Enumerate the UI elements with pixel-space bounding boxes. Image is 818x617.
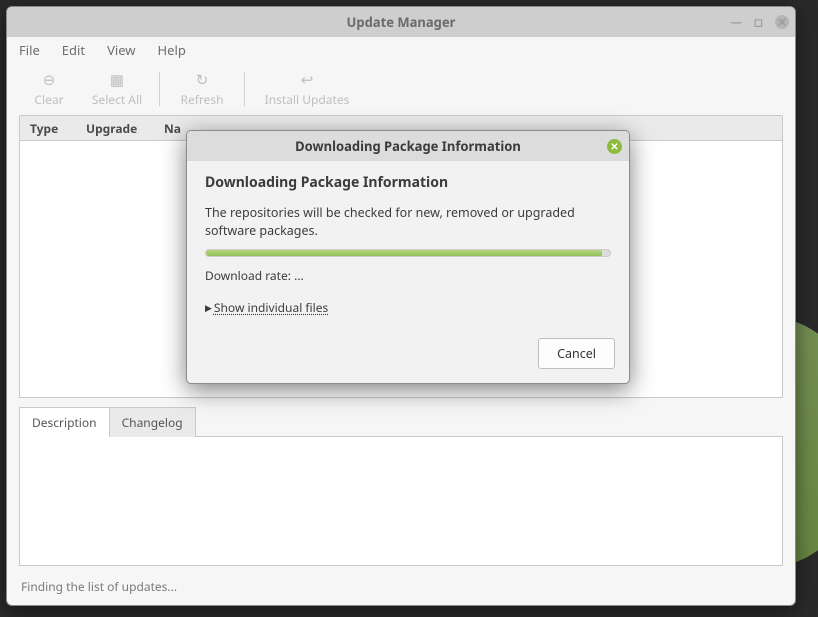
window-title: Update Manager bbox=[347, 13, 456, 31]
show-files-expander[interactable]: ▶ Show individual files bbox=[205, 299, 328, 316]
expander-label: Show individual files bbox=[214, 299, 328, 316]
column-type[interactable]: Type bbox=[20, 120, 76, 137]
select-all-icon: ▦ bbox=[110, 71, 124, 89]
modal-actions: Cancel bbox=[187, 330, 629, 383]
refresh-label: Refresh bbox=[180, 91, 223, 108]
tab-changelog[interactable]: Changelog bbox=[110, 407, 196, 437]
select-all-label: Select All bbox=[92, 91, 142, 108]
clear-icon: ⊖ bbox=[43, 71, 56, 89]
statusbar: Finding the list of updates... bbox=[7, 574, 795, 605]
toolbar-separator bbox=[244, 72, 245, 106]
expander-arrow-icon: ▶ bbox=[205, 301, 212, 314]
details-panel bbox=[19, 436, 783, 566]
clear-label: Clear bbox=[34, 91, 63, 108]
window-controls: — ◻ ✕ bbox=[731, 15, 789, 30]
maximize-button[interactable]: ◻ bbox=[754, 15, 763, 30]
clear-button[interactable]: ⊖ Clear bbox=[19, 71, 79, 108]
menu-view[interactable]: View bbox=[107, 41, 135, 59]
install-label: Install Updates bbox=[265, 91, 350, 108]
progress-fill bbox=[206, 250, 602, 256]
column-upgrade[interactable]: Upgrade bbox=[76, 120, 154, 137]
download-rate: Download rate: ... bbox=[205, 267, 611, 284]
refresh-icon: ↻ bbox=[196, 71, 209, 89]
minimize-button[interactable]: — bbox=[731, 15, 742, 30]
modal-body: Downloading Package Information The repo… bbox=[187, 161, 629, 330]
menu-help[interactable]: Help bbox=[158, 41, 186, 59]
close-button[interactable]: ✕ bbox=[775, 15, 789, 29]
titlebar: Update Manager — ◻ ✕ bbox=[7, 7, 795, 37]
install-icon: ↩ bbox=[301, 71, 314, 89]
menubar: File Edit View Help bbox=[7, 37, 795, 63]
progress-bar bbox=[205, 249, 611, 257]
modal-message: The repositories will be checked for new… bbox=[205, 204, 611, 239]
details-tabs: Description Changelog bbox=[19, 406, 783, 436]
toolbar: ⊖ Clear ▦ Select All ↻ Refresh ↩ Install… bbox=[7, 63, 795, 115]
refresh-button[interactable]: ↻ Refresh bbox=[172, 71, 232, 108]
modal-titlebar: Downloading Package Information ✕ bbox=[187, 131, 629, 161]
install-updates-button[interactable]: ↩ Install Updates bbox=[257, 71, 357, 108]
modal-close-button[interactable]: ✕ bbox=[607, 139, 622, 154]
tab-description[interactable]: Description bbox=[19, 407, 110, 437]
menu-edit[interactable]: Edit bbox=[62, 41, 85, 59]
select-all-button[interactable]: ▦ Select All bbox=[87, 71, 147, 108]
cancel-button[interactable]: Cancel bbox=[538, 338, 615, 369]
menu-file[interactable]: File bbox=[19, 41, 40, 59]
modal-title: Downloading Package Information bbox=[295, 137, 521, 155]
download-modal: Downloading Package Information ✕ Downlo… bbox=[186, 130, 630, 384]
toolbar-separator bbox=[159, 72, 160, 106]
modal-heading: Downloading Package Information bbox=[205, 173, 611, 192]
